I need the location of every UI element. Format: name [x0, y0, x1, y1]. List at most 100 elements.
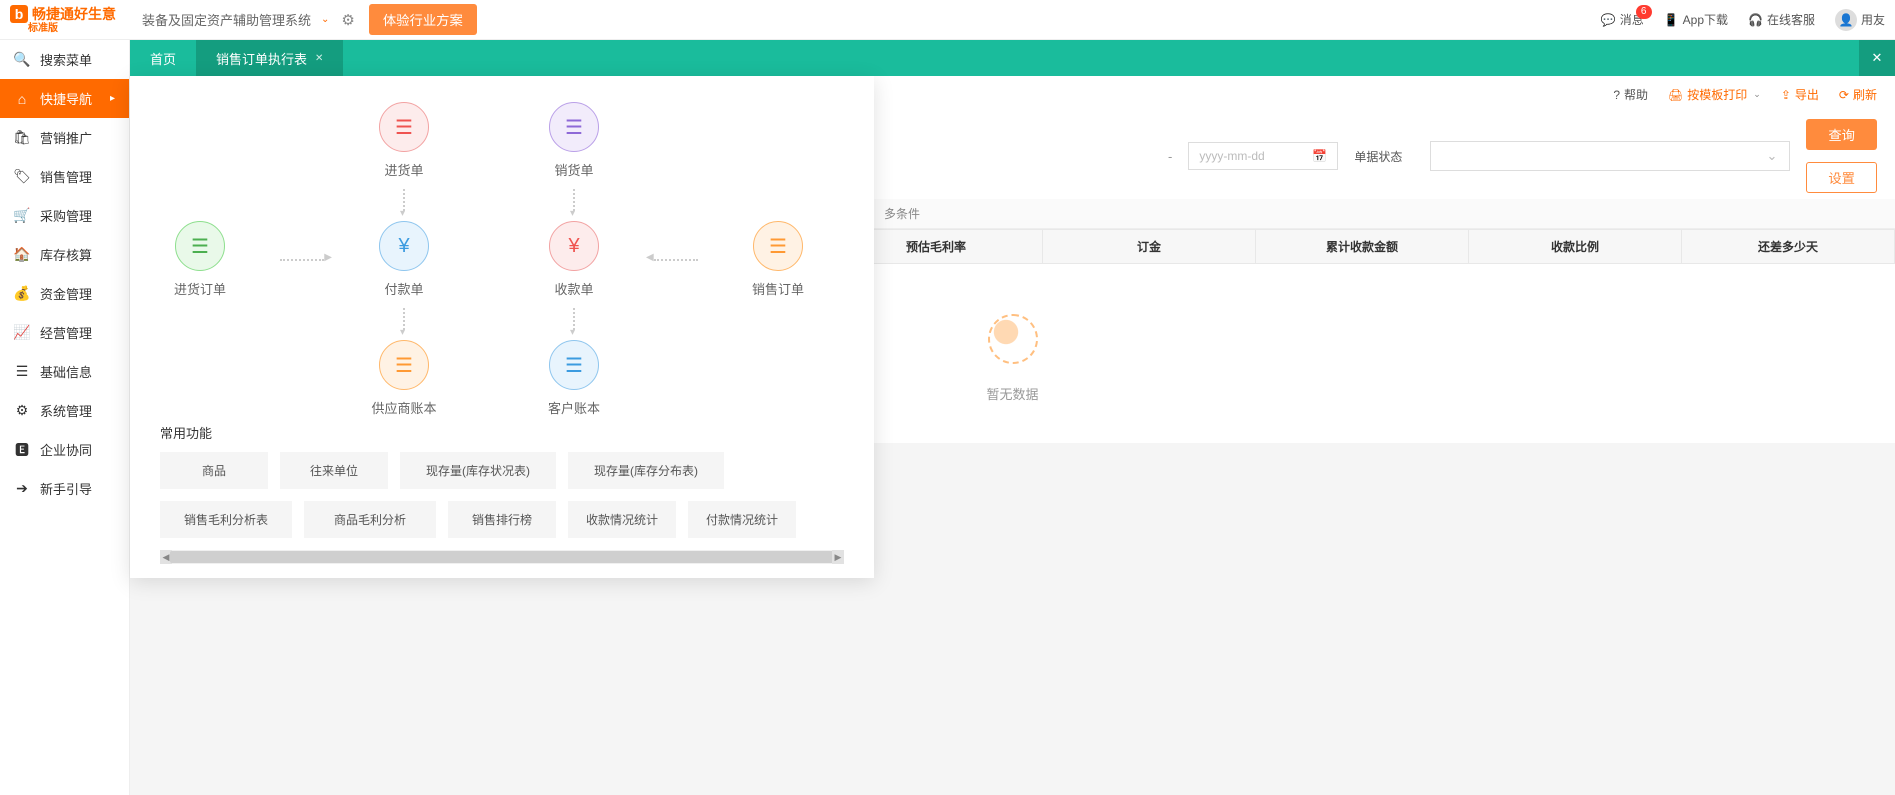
func-stock-status[interactable]: 现存量(库存状况表)	[400, 452, 556, 489]
user-menu[interactable]: 👤 用友	[1835, 9, 1885, 31]
func-sales-margin[interactable]: 销售毛利分析表	[160, 501, 292, 538]
arrow-down-icon	[403, 189, 405, 211]
gear-icon[interactable]: ⚙	[341, 11, 354, 29]
node-purchase-order[interactable]: ☰ 进货订单	[160, 221, 240, 298]
list-icon: ☰	[14, 364, 30, 380]
sidebar-search[interactable]: 🔍 搜索菜单	[0, 40, 129, 79]
refresh-icon: ⟳	[1839, 88, 1849, 102]
sidebar-item-system[interactable]: ⚙ 系统管理	[0, 391, 129, 430]
help-icon: ?	[1613, 88, 1620, 102]
brand-edition: 标准版	[28, 24, 58, 34]
home-icon: ⌂	[14, 91, 30, 107]
date-placeholder: yyyy-mm-dd	[1199, 149, 1264, 163]
func-stock-dist[interactable]: 现存量(库存分布表)	[568, 452, 724, 489]
header-right: 💬 消息 6 📱 App下载 🎧 在线客服 👤 用友	[1601, 9, 1885, 31]
brand-icon: b	[10, 5, 28, 23]
brand-logo: b 畅捷通好生意 标准版	[10, 5, 126, 34]
close-icon[interactable]: ✕	[315, 53, 323, 64]
chevron-right-icon: ▸	[110, 93, 115, 104]
cta-button[interactable]: 体验行业方案	[369, 4, 477, 35]
calendar-icon: 📅	[1312, 149, 1327, 163]
search-icon: 🔍	[14, 52, 30, 68]
col-deposit[interactable]: 订金	[1043, 230, 1256, 264]
receipt-icon: ¥	[549, 221, 599, 271]
query-button[interactable]: 查询	[1806, 119, 1877, 150]
customer-ledger-icon: ☰	[549, 340, 599, 390]
status-label: 单据状态	[1354, 148, 1402, 165]
warehouse-icon: 🏠	[14, 247, 30, 263]
guide-icon: ➔	[14, 481, 30, 497]
sidebar-item-guide[interactable]: ➔ 新手引导	[0, 469, 129, 508]
arrow-right-icon	[280, 259, 324, 261]
sidebar-item-quicknav[interactable]: ⌂ 快捷导航 ▸	[0, 79, 129, 118]
status-select[interactable]: ⌄	[1430, 141, 1790, 171]
func-receipt-stat[interactable]: 收款情况统计	[568, 501, 676, 538]
system-dropdown[interactable]: 装备及固定资产辅助管理系统 ⌄	[142, 10, 329, 29]
date-to-input[interactable]: yyyy-mm-dd 📅	[1188, 142, 1338, 170]
refresh-link[interactable]: ⟳ 刷新	[1839, 86, 1877, 103]
chat-icon: 💬	[1601, 13, 1616, 27]
avatar-icon: 👤	[1835, 9, 1857, 31]
empty-icon	[978, 304, 1048, 374]
node-purchase-receipt[interactable]: ☰ 进货单 ¥ 付款单 ☰ 供应商账本	[364, 102, 444, 417]
col-receipt-ratio[interactable]: 收款比例	[1469, 230, 1682, 264]
gift-icon: 🛍	[14, 130, 30, 146]
cart-icon: 🛒	[14, 208, 30, 224]
sidebar-item-inventory[interactable]: 🏠 库存核算	[0, 235, 129, 274]
link-icon: 🅴	[14, 442, 30, 458]
sidebar-item-basic[interactable]: ☰ 基础信息	[0, 352, 129, 391]
ledger-icon: ☰	[379, 340, 429, 390]
func-product[interactable]: 商品	[160, 452, 268, 489]
headset-icon: 🎧	[1748, 13, 1763, 27]
col-cum-receipt[interactable]: 累计收款金额	[1256, 230, 1469, 264]
node-sales-delivery[interactable]: ☰ 销货单 ¥ 收款单 ☰ 客户账本	[534, 102, 614, 417]
arrow-left-icon	[654, 259, 698, 261]
print-link[interactable]: 🖨 按模板打印 ⌄	[1668, 86, 1761, 103]
sidebar-item-finance[interactable]: 💰 资金管理	[0, 274, 129, 313]
brand-name: 畅捷通好生意	[32, 7, 116, 21]
horizontal-scrollbar[interactable]	[160, 550, 844, 564]
system-selector: 装备及固定资产辅助管理系统 ⌄ ⚙	[142, 10, 355, 29]
quicknav-flyout: ☰ 进货订单 ☰ 进货单 ¥ 付款单 ☰ 供应商账本	[130, 76, 874, 578]
empty-text: 暂无数据	[986, 384, 1038, 403]
pay-icon: ¥	[379, 221, 429, 271]
system-name: 装备及固定资产辅助管理系统	[142, 10, 311, 29]
sidebar-item-purchase[interactable]: 🛒 采购管理	[0, 196, 129, 235]
func-sales-rank[interactable]: 销售排行榜	[448, 501, 556, 538]
tabbar-close-icon[interactable]: ✕	[1859, 40, 1895, 76]
func-product-margin[interactable]: 商品毛利分析	[304, 501, 436, 538]
settings-button[interactable]: 设置	[1806, 162, 1877, 193]
chevron-down-icon: ⌄	[1766, 148, 1777, 164]
node-sales-order[interactable]: ☰ 销售订单	[738, 221, 818, 298]
msg-badge: 6	[1636, 5, 1652, 19]
export-link[interactable]: ⇪ 导出	[1781, 86, 1819, 103]
sidebar-item-marketing[interactable]: 🛍 营销推广	[0, 118, 129, 157]
gear-icon: ⚙	[14, 403, 30, 419]
customer-service-link[interactable]: 🎧 在线客服	[1748, 11, 1815, 28]
tab-sales-order-exec[interactable]: 销售订单执行表 ✕	[196, 40, 343, 76]
print-icon: 🖨	[1668, 88, 1683, 102]
doc-in-icon: ☰	[175, 221, 225, 271]
sidebar-item-collab[interactable]: 🅴 企业协同	[0, 430, 129, 469]
chevron-down-icon: ⌄	[1753, 89, 1761, 100]
scrollbar-thumb[interactable]	[170, 551, 834, 563]
phone-icon: 📱	[1664, 13, 1679, 27]
doc-icon: ☰	[549, 102, 599, 152]
sidebar-item-sales[interactable]: 🏷 销售管理	[0, 157, 129, 196]
messages-link[interactable]: 💬 消息 6	[1601, 11, 1644, 28]
export-icon: ⇪	[1781, 88, 1791, 102]
tag-icon: 🏷	[14, 169, 30, 185]
col-days-left[interactable]: 还差多少天	[1682, 230, 1895, 264]
tab-home[interactable]: 首页	[130, 40, 196, 76]
arrow-down-icon	[403, 308, 405, 330]
doc-out-icon: ☰	[379, 102, 429, 152]
help-link[interactable]: ? 帮助	[1613, 86, 1648, 103]
app-download-link[interactable]: 📱 App下载	[1664, 11, 1728, 28]
money-icon: 💰	[14, 286, 30, 302]
func-partners[interactable]: 往来单位	[280, 452, 388, 489]
common-func-title: 常用功能	[160, 423, 844, 442]
func-payment-stat[interactable]: 付款情况统计	[688, 501, 796, 538]
flow-sales: ☰ 销货单 ¥ 收款单 ☰ 客户账本 ☰ 销售订单	[534, 102, 818, 417]
arrow-down-icon	[573, 189, 575, 211]
sidebar-item-operation[interactable]: 📈 经营管理	[0, 313, 129, 352]
